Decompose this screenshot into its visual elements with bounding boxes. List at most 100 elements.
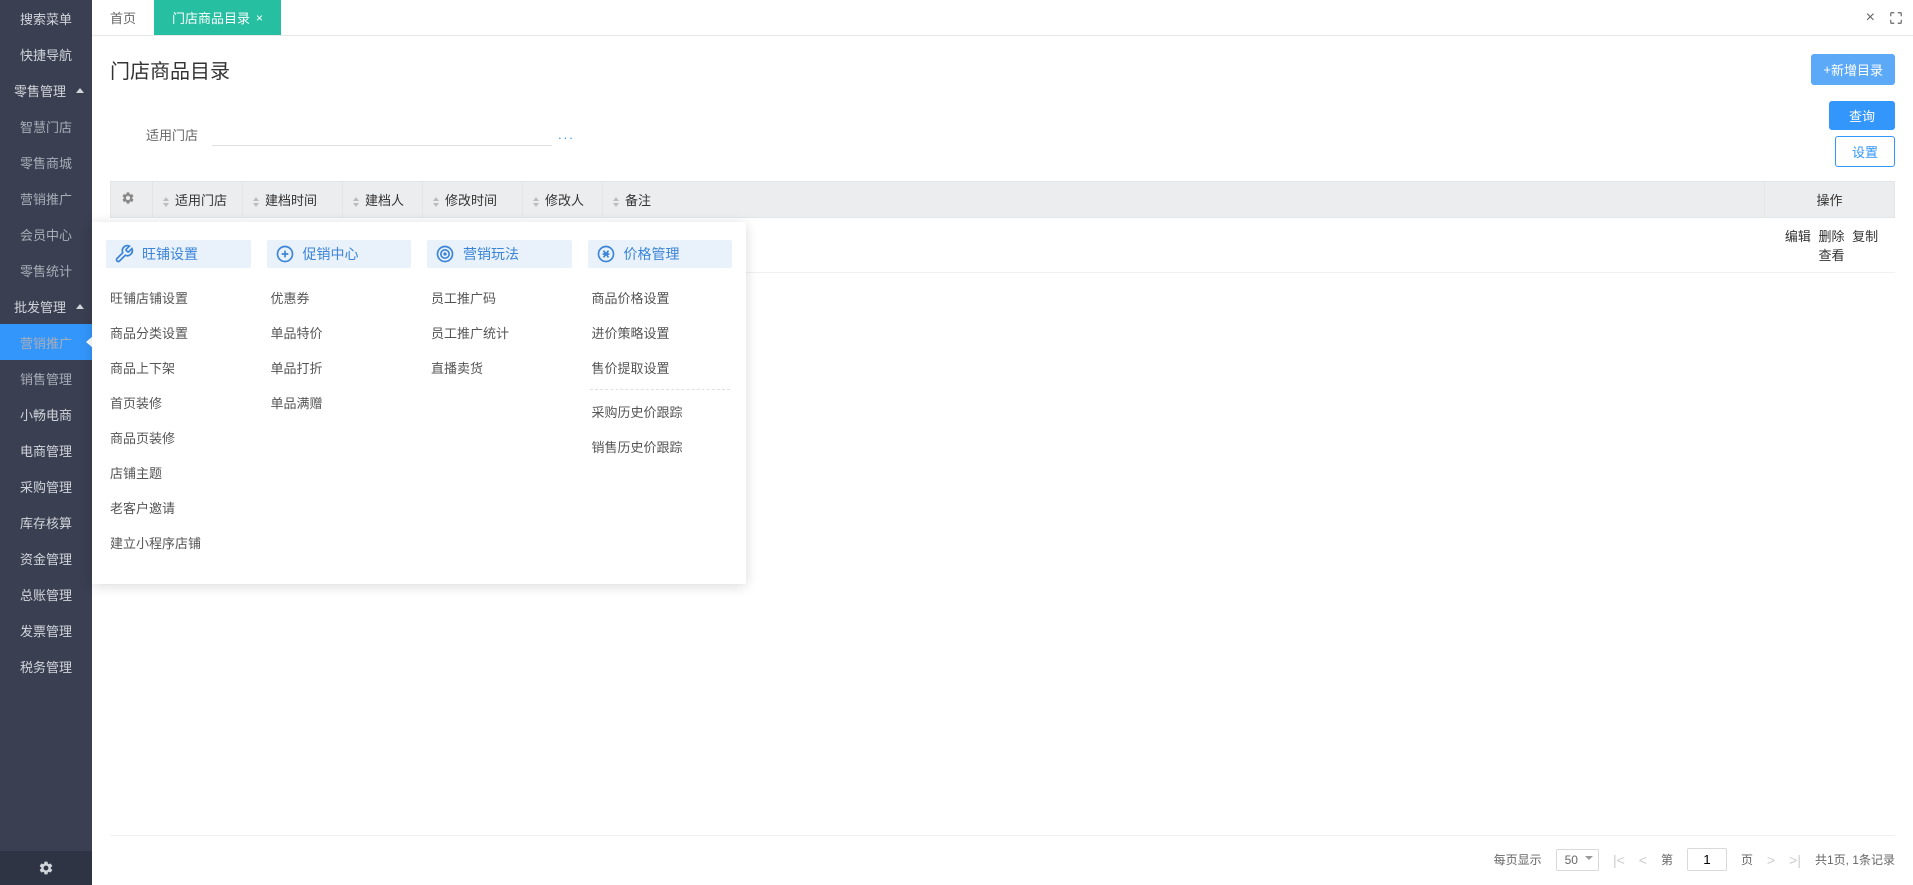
column-gear[interactable] bbox=[111, 182, 153, 218]
copy-link[interactable]: 复制 bbox=[1852, 229, 1878, 244]
sidebar-item-marketing2[interactable]: 营销推广 bbox=[0, 324, 92, 360]
chevron-up-icon bbox=[76, 304, 84, 309]
sidebar-item-ecommerce2[interactable]: 电商管理 bbox=[0, 432, 92, 468]
sidebar-item-retail[interactable]: 零售管理 bbox=[0, 72, 92, 108]
close-all-icon[interactable]: × bbox=[1866, 9, 1875, 27]
chevron-down-icon bbox=[1585, 856, 1593, 860]
sidebar-item-smart-store[interactable]: 智慧门店 bbox=[0, 108, 92, 144]
filter-label: 适用门店 bbox=[146, 125, 198, 144]
query-button[interactable]: 查询 bbox=[1829, 101, 1895, 130]
sidebar-item-purchase[interactable]: 采购管理 bbox=[0, 468, 92, 504]
flyout-item[interactable]: 单品特价 bbox=[267, 315, 412, 350]
column-store[interactable]: 适用门店 bbox=[153, 182, 243, 218]
flyout-item[interactable]: 进价策略设置 bbox=[588, 315, 733, 350]
first-page-button[interactable]: |< bbox=[1613, 852, 1625, 868]
flyout-item[interactable]: 建立小程序店铺 bbox=[106, 525, 251, 560]
sidebar-settings[interactable] bbox=[0, 851, 92, 885]
close-icon[interactable]: × bbox=[256, 11, 263, 25]
more-dots-icon[interactable]: ... bbox=[558, 127, 575, 142]
flyout-item[interactable]: 商品分类设置 bbox=[106, 315, 251, 350]
sidebar: 搜索菜单 快捷导航 零售管理 智慧门店 零售商城 营销推广 会员中心 零售统计 … bbox=[0, 0, 92, 885]
flyout-item[interactable]: 单品满赠 bbox=[267, 385, 412, 420]
sidebar-item-ledger[interactable]: 总账管理 bbox=[0, 576, 92, 612]
per-page-label: 每页显示 bbox=[1494, 851, 1542, 868]
settings-button[interactable]: 设置 bbox=[1835, 136, 1895, 167]
sidebar-item-wholesale[interactable]: 批发管理 bbox=[0, 288, 92, 324]
total-label: 共1页, 1条记录 bbox=[1815, 851, 1895, 868]
flyout-item[interactable]: 售价提取设置 bbox=[588, 350, 733, 385]
page-prefix: 第 bbox=[1661, 851, 1673, 868]
sidebar-item-inventory[interactable]: 库存核算 bbox=[0, 504, 92, 540]
per-page-select[interactable]: 50 bbox=[1556, 849, 1599, 871]
cell-actions: 编辑 删除 复制 查看 bbox=[1765, 218, 1895, 273]
edit-link[interactable]: 编辑 bbox=[1785, 229, 1811, 244]
column-modify-by[interactable]: 修改人 bbox=[523, 182, 603, 218]
filter-row: 适用门店 ... 查询 设置 bbox=[92, 95, 1913, 181]
flyout-header-shop: 旺铺设置 bbox=[106, 240, 251, 268]
sidebar-item-sales[interactable]: 销售管理 bbox=[0, 360, 92, 396]
flyout-item[interactable]: 店铺主题 bbox=[106, 455, 251, 490]
chevron-up-icon bbox=[76, 88, 84, 93]
page-input[interactable] bbox=[1687, 848, 1727, 871]
sidebar-item-quicknav[interactable]: 快捷导航 bbox=[0, 36, 92, 72]
tabs-bar: 首页 门店商品目录 × × bbox=[92, 0, 1913, 36]
flyout-item[interactable]: 单品打折 bbox=[267, 350, 412, 385]
sidebar-item-ecommerce1[interactable]: 小畅电商 bbox=[0, 396, 92, 432]
flyout-col-promo: 促销中心 优惠券 单品特价 单品打折 单品满赠 bbox=[267, 240, 412, 560]
flyout-item[interactable]: 优惠券 bbox=[267, 280, 412, 315]
column-create-by[interactable]: 建档人 bbox=[343, 182, 423, 218]
flyout-col-price: 价格管理 商品价格设置 进价策略设置 售价提取设置 采购历史价跟踪 销售历史价跟… bbox=[588, 240, 733, 560]
flyout-item[interactable]: 商品价格设置 bbox=[588, 280, 733, 315]
wrench-icon bbox=[114, 244, 134, 264]
target-icon bbox=[435, 244, 455, 264]
last-page-button[interactable]: >| bbox=[1789, 852, 1801, 868]
sidebar-item-invoice[interactable]: 发票管理 bbox=[0, 612, 92, 648]
divider bbox=[590, 389, 731, 390]
flyout-item[interactable]: 员工推广码 bbox=[427, 280, 572, 315]
gear-icon bbox=[38, 860, 54, 876]
flyout-item[interactable]: 老客户邀请 bbox=[106, 490, 251, 525]
flyout-header-price: 价格管理 bbox=[588, 240, 733, 268]
store-filter-input[interactable] bbox=[212, 122, 552, 146]
flyout-menu: 旺铺设置 旺铺店铺设置 商品分类设置 商品上下架 首页装修 商品页装修 店铺主题… bbox=[92, 222, 746, 584]
flyout-item[interactable]: 销售历史价跟踪 bbox=[588, 429, 733, 464]
sidebar-item-search[interactable]: 搜索菜单 bbox=[0, 0, 92, 36]
sidebar-item-marketing1[interactable]: 营销推广 bbox=[0, 180, 92, 216]
sidebar-item-retail-stats[interactable]: 零售统计 bbox=[0, 252, 92, 288]
price-icon bbox=[596, 244, 616, 264]
tab-store-catalog[interactable]: 门店商品目录 × bbox=[154, 0, 281, 35]
column-create-time[interactable]: 建档时间 bbox=[243, 182, 343, 218]
flyout-item[interactable]: 商品上下架 bbox=[106, 350, 251, 385]
flyout-col-shop-settings: 旺铺设置 旺铺店铺设置 商品分类设置 商品上下架 首页装修 商品页装修 店铺主题… bbox=[106, 240, 251, 560]
view-link[interactable]: 查看 bbox=[1818, 248, 1844, 263]
prev-page-button[interactable]: < bbox=[1639, 852, 1647, 868]
new-catalog-button[interactable]: + 新增目录 bbox=[1811, 54, 1895, 85]
column-actions: 操作 bbox=[1765, 182, 1895, 218]
flyout-header-marketing: 营销玩法 bbox=[427, 240, 572, 268]
flyout-item[interactable]: 直播卖货 bbox=[427, 350, 572, 385]
flyout-item[interactable]: 采购历史价跟踪 bbox=[588, 394, 733, 429]
flyout-item[interactable]: 首页装修 bbox=[106, 385, 251, 420]
promo-icon bbox=[275, 244, 295, 264]
sidebar-item-retail-mall[interactable]: 零售商城 bbox=[0, 144, 92, 180]
page-suffix: 页 bbox=[1741, 851, 1753, 868]
tab-home[interactable]: 首页 bbox=[92, 0, 154, 35]
cell-remark bbox=[603, 218, 1765, 273]
sidebar-item-funds[interactable]: 资金管理 bbox=[0, 540, 92, 576]
column-remark[interactable]: 备注 bbox=[603, 182, 1765, 218]
flyout-item[interactable]: 商品页装修 bbox=[106, 420, 251, 455]
pagination: 每页显示 50 |< < 第 页 > >| 共1页, 1条记录 bbox=[110, 835, 1895, 871]
sidebar-item-tax[interactable]: 税务管理 bbox=[0, 648, 92, 684]
next-page-button[interactable]: > bbox=[1767, 852, 1775, 868]
gear-icon bbox=[121, 191, 135, 205]
flyout-item[interactable]: 旺铺店铺设置 bbox=[106, 280, 251, 315]
flyout-header-promo: 促销中心 bbox=[267, 240, 412, 268]
page-title: 门店商品目录 bbox=[110, 55, 230, 84]
delete-link[interactable]: 删除 bbox=[1818, 229, 1844, 244]
flyout-item[interactable]: 员工推广统计 bbox=[427, 315, 572, 350]
column-modify-time[interactable]: 修改时间 bbox=[423, 182, 523, 218]
sidebar-item-member[interactable]: 会员中心 bbox=[0, 216, 92, 252]
fullscreen-icon[interactable] bbox=[1889, 11, 1903, 25]
page-header: 门店商品目录 + 新增目录 bbox=[92, 36, 1913, 95]
flyout-col-marketing: 营销玩法 员工推广码 员工推广统计 直播卖货 bbox=[427, 240, 572, 560]
